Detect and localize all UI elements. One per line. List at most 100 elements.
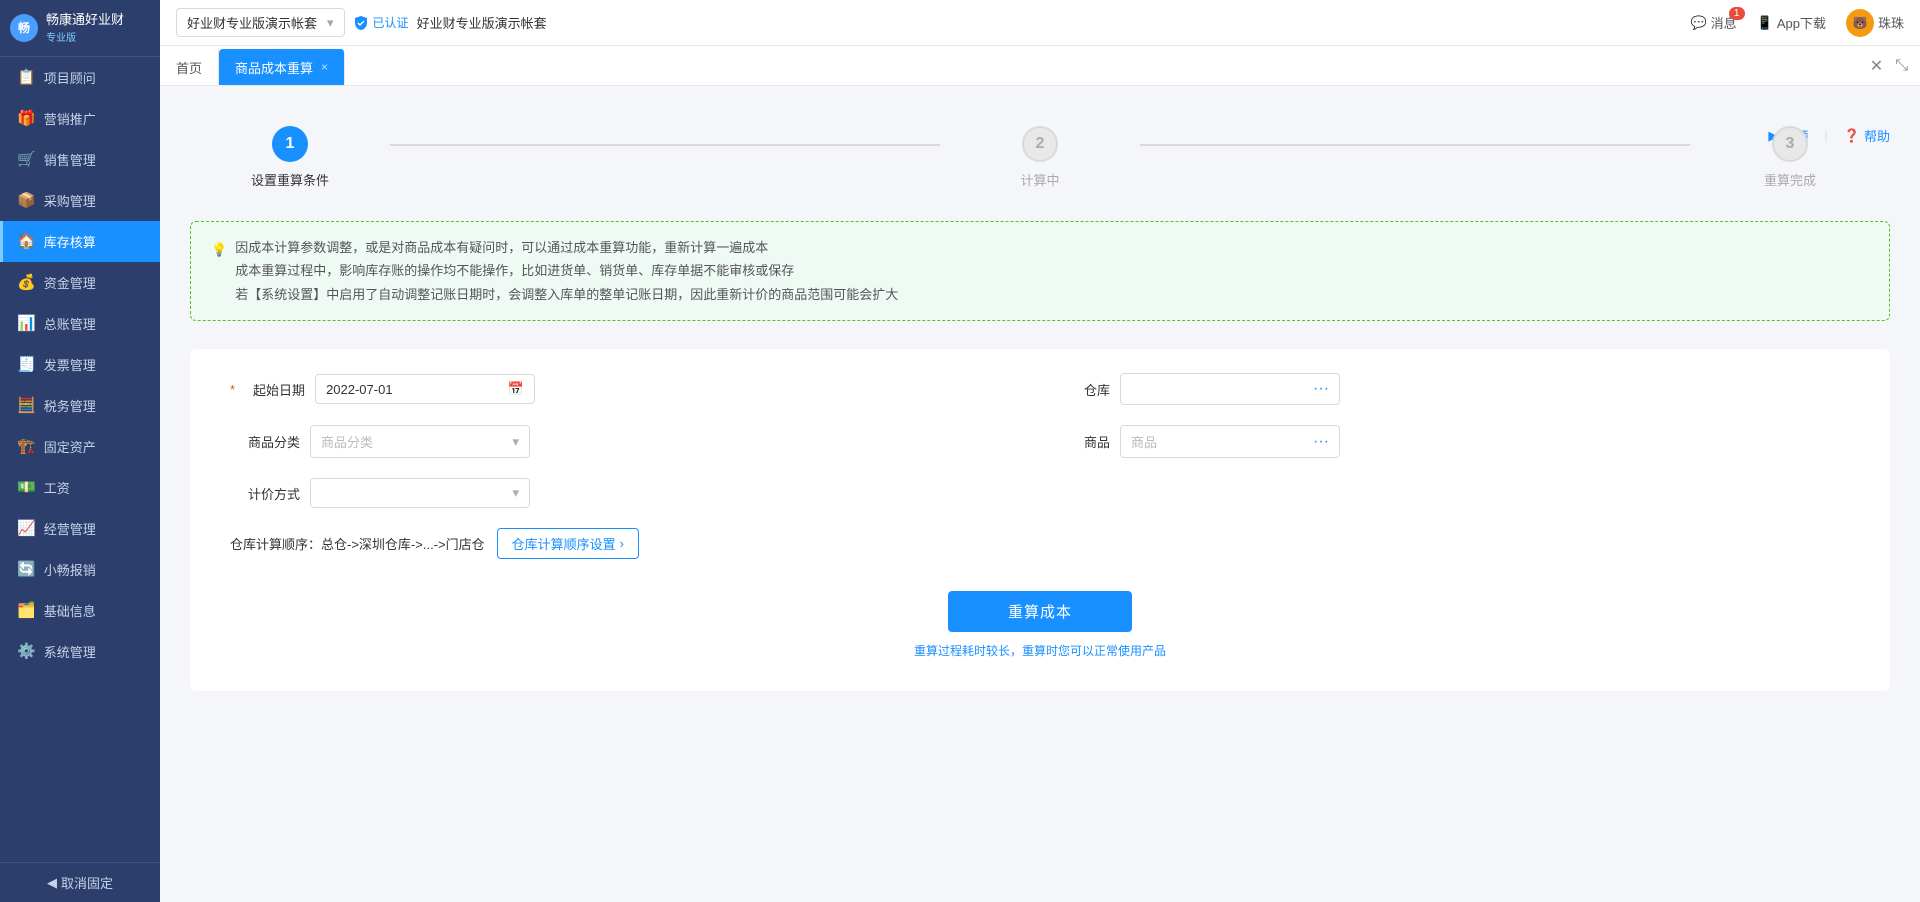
tab-cost-recalc-label: 商品成本重算 bbox=[235, 58, 313, 77]
sidebar: 畅 畅康通好业财 专业版 📋 项目顾问 🎁 营销推广 🛒 销售管理 📦 采购管理… bbox=[0, 0, 160, 902]
account-selector[interactable]: 好业财专业版演示帐套 ▾ bbox=[176, 8, 345, 37]
help-button[interactable]: ❓ 帮助 bbox=[1844, 126, 1890, 145]
sidebar-item-label: 固定资产 bbox=[44, 437, 96, 456]
info-text-3: 若【系统设置】中启用了自动调整记账日期时，会调整入库单的整单记账日期，因此重新计… bbox=[235, 283, 898, 306]
avatar: 🐻 bbox=[1846, 9, 1874, 37]
basic-icon: 🗂️ bbox=[17, 601, 36, 619]
app-download-button[interactable]: 📱 App下载 bbox=[1757, 13, 1826, 32]
start-date-field: * 起始日期 2022-07-01 📅 bbox=[230, 374, 1030, 404]
purchase-icon: 📦 bbox=[17, 191, 36, 209]
invoice-icon: 🧾 bbox=[17, 355, 36, 373]
sidebar-item-salary[interactable]: 💵 工资 bbox=[0, 467, 160, 508]
help-label: 帮助 bbox=[1864, 126, 1890, 145]
start-date-input[interactable]: 2022-07-01 📅 bbox=[315, 374, 535, 404]
calc-order-settings-button[interactable]: 仓库计算顺序设置 › bbox=[497, 528, 639, 559]
top-bar-right: 💬 消息 1 📱 App下载 🐻 珠珠 bbox=[1690, 9, 1904, 37]
expand-icon[interactable]: ⤡ bbox=[1895, 57, 1908, 75]
sidebar-item-project[interactable]: 📋 项目顾问 bbox=[0, 57, 160, 98]
sidebar-item-label: 总账管理 bbox=[44, 314, 96, 333]
sidebar-item-label: 采购管理 bbox=[44, 191, 96, 210]
start-date-label: 起始日期 bbox=[245, 380, 305, 399]
step-3-label: 重算完成 bbox=[1764, 170, 1816, 189]
cancel-pin-button[interactable]: ◀ 取消固定 bbox=[0, 863, 160, 902]
finance-icon: 💰 bbox=[17, 273, 36, 291]
tax-icon: 🧮 bbox=[17, 396, 36, 414]
main-area: 好业财专业版演示帐套 ▾ 已认证 好业财专业版演示帐套 💬 消息 1 📱 App… bbox=[160, 0, 1920, 902]
warehouse-field: 仓库 ··· bbox=[1050, 373, 1850, 405]
sidebar-item-finance[interactable]: 💰 资金管理 bbox=[0, 262, 160, 303]
phone-icon: 📱 bbox=[1757, 15, 1773, 31]
sidebar-item-label: 发票管理 bbox=[44, 355, 96, 374]
sidebar-item-label: 系统管理 bbox=[44, 642, 96, 661]
sidebar-item-invoice[interactable]: 🧾 发票管理 bbox=[0, 344, 160, 385]
form-row-2: 商品分类 商品分类 ▾ 商品 商品 ··· bbox=[230, 425, 1850, 458]
logo-sub: 专业版 bbox=[46, 29, 124, 44]
submit-button[interactable]: 重算成本 bbox=[948, 591, 1132, 632]
product-placeholder: 商品 bbox=[1131, 432, 1157, 451]
arrow-right-icon: › bbox=[620, 536, 624, 551]
sidebar-item-sales[interactable]: 🛒 销售管理 bbox=[0, 139, 160, 180]
expenses-icon: 🔄 bbox=[17, 560, 36, 578]
tab-close-icon[interactable]: × bbox=[321, 60, 328, 74]
top-bar-left: 好业财专业版演示帐套 ▾ 已认证 好业财专业版演示帐套 bbox=[176, 8, 547, 37]
sidebar-item-expenses[interactable]: 🔄 小畅报销 bbox=[0, 549, 160, 590]
assets-icon: 🏗️ bbox=[17, 437, 36, 455]
sidebar-item-inventory[interactable]: 🏠 库存核算 bbox=[0, 221, 160, 262]
sidebar-item-label: 税务管理 bbox=[44, 396, 96, 415]
sidebar-item-marketing[interactable]: 🎁 营销推广 bbox=[0, 98, 160, 139]
sidebar-item-system[interactable]: ⚙️ 系统管理 bbox=[0, 631, 160, 672]
message-button[interactable]: 💬 消息 1 bbox=[1690, 13, 1736, 32]
close-window-icon[interactable]: ✕ bbox=[1870, 56, 1883, 76]
warehouse-input[interactable]: ··· bbox=[1120, 373, 1340, 405]
marketing-icon: 🎁 bbox=[17, 109, 36, 127]
top-bar: 好业财专业版演示帐套 ▾ 已认证 好业财专业版演示帐套 💬 消息 1 📱 App… bbox=[160, 0, 1920, 46]
step-2: 2 计算中 bbox=[940, 126, 1140, 189]
accounting-icon: 📊 bbox=[17, 314, 36, 332]
pricing-select[interactable]: ▾ bbox=[310, 478, 530, 508]
step-2-label: 计算中 bbox=[1020, 170, 1059, 189]
calc-order-label: 仓库计算顺序：总仓->深圳仓库->...->门店仓 bbox=[230, 534, 485, 553]
steps: 1 设置重算条件 2 计算中 3 重算完成 bbox=[190, 110, 1890, 189]
info-box: 💡 因成本计算参数调整，或是对商品成本有疑问时，可以通过成本重算功能，重新计算一… bbox=[190, 221, 1890, 321]
sidebar-item-basic[interactable]: 🗂️ 基础信息 bbox=[0, 590, 160, 631]
sidebar-item-purchase[interactable]: 📦 采购管理 bbox=[0, 180, 160, 221]
sidebar-item-label: 项目顾问 bbox=[44, 68, 96, 87]
sidebar-item-assets[interactable]: 🏗️ 固定资产 bbox=[0, 426, 160, 467]
inventory-icon: 🏠 bbox=[17, 232, 36, 250]
tab-actions: ✕ ⤡ bbox=[1858, 46, 1920, 85]
warning-icon: 💡 bbox=[211, 238, 227, 306]
submit-label: 重算成本 bbox=[1008, 604, 1072, 621]
sidebar-item-label: 基础信息 bbox=[44, 601, 96, 620]
calc-order-btn-label: 仓库计算顺序设置 bbox=[512, 534, 616, 553]
start-date-value: 2022-07-01 bbox=[326, 382, 393, 397]
question-icon: ❓ bbox=[1844, 128, 1860, 144]
sidebar-item-accounting[interactable]: 📊 总账管理 bbox=[0, 303, 160, 344]
ellipsis-icon[interactable]: ··· bbox=[1313, 380, 1329, 398]
sidebar-item-operation[interactable]: 📈 经营管理 bbox=[0, 508, 160, 549]
product-field: 商品 商品 ··· bbox=[1050, 425, 1850, 458]
category-select[interactable]: 商品分类 ▾ bbox=[310, 425, 530, 458]
category-field: 商品分类 商品分类 ▾ bbox=[230, 425, 1030, 458]
product-label: 商品 bbox=[1050, 432, 1110, 451]
project-icon: 📋 bbox=[17, 68, 36, 86]
info-text-2: 成本重算过程中，影响库存账的操作均不能操作，比如进货单、销货单、库存单据不能审核… bbox=[235, 259, 898, 282]
pricing-label: 计价方式 bbox=[230, 484, 300, 503]
sidebar-item-label: 营销推广 bbox=[44, 109, 96, 128]
step-line-2 bbox=[1140, 144, 1690, 146]
sidebar-item-tax[interactable]: 🧮 税务管理 bbox=[0, 385, 160, 426]
logo-name: 畅康通好业财 bbox=[46, 12, 124, 29]
sidebar-item-label: 小畅报销 bbox=[44, 560, 96, 579]
system-icon: ⚙️ bbox=[17, 642, 36, 660]
tab-home[interactable]: 首页 bbox=[160, 49, 219, 85]
category-placeholder: 商品分类 bbox=[321, 432, 373, 451]
tab-cost-recalc[interactable]: 商品成本重算 × bbox=[219, 49, 345, 85]
submit-hint: 重算过程耗时较长，重算时您可以正常使用产品 bbox=[230, 642, 1850, 659]
step-1: 1 设置重算条件 bbox=[190, 126, 390, 189]
user-avatar-button[interactable]: 🐻 珠珠 bbox=[1846, 9, 1904, 37]
verified-badge: 已认证 bbox=[353, 14, 409, 31]
chevron-down-icon2: ▾ bbox=[512, 485, 519, 501]
message-badge: 1 bbox=[1729, 7, 1745, 20]
salary-icon: 💵 bbox=[17, 478, 36, 496]
product-input[interactable]: 商品 ··· bbox=[1120, 425, 1340, 458]
ellipsis-icon2[interactable]: ··· bbox=[1313, 433, 1329, 451]
